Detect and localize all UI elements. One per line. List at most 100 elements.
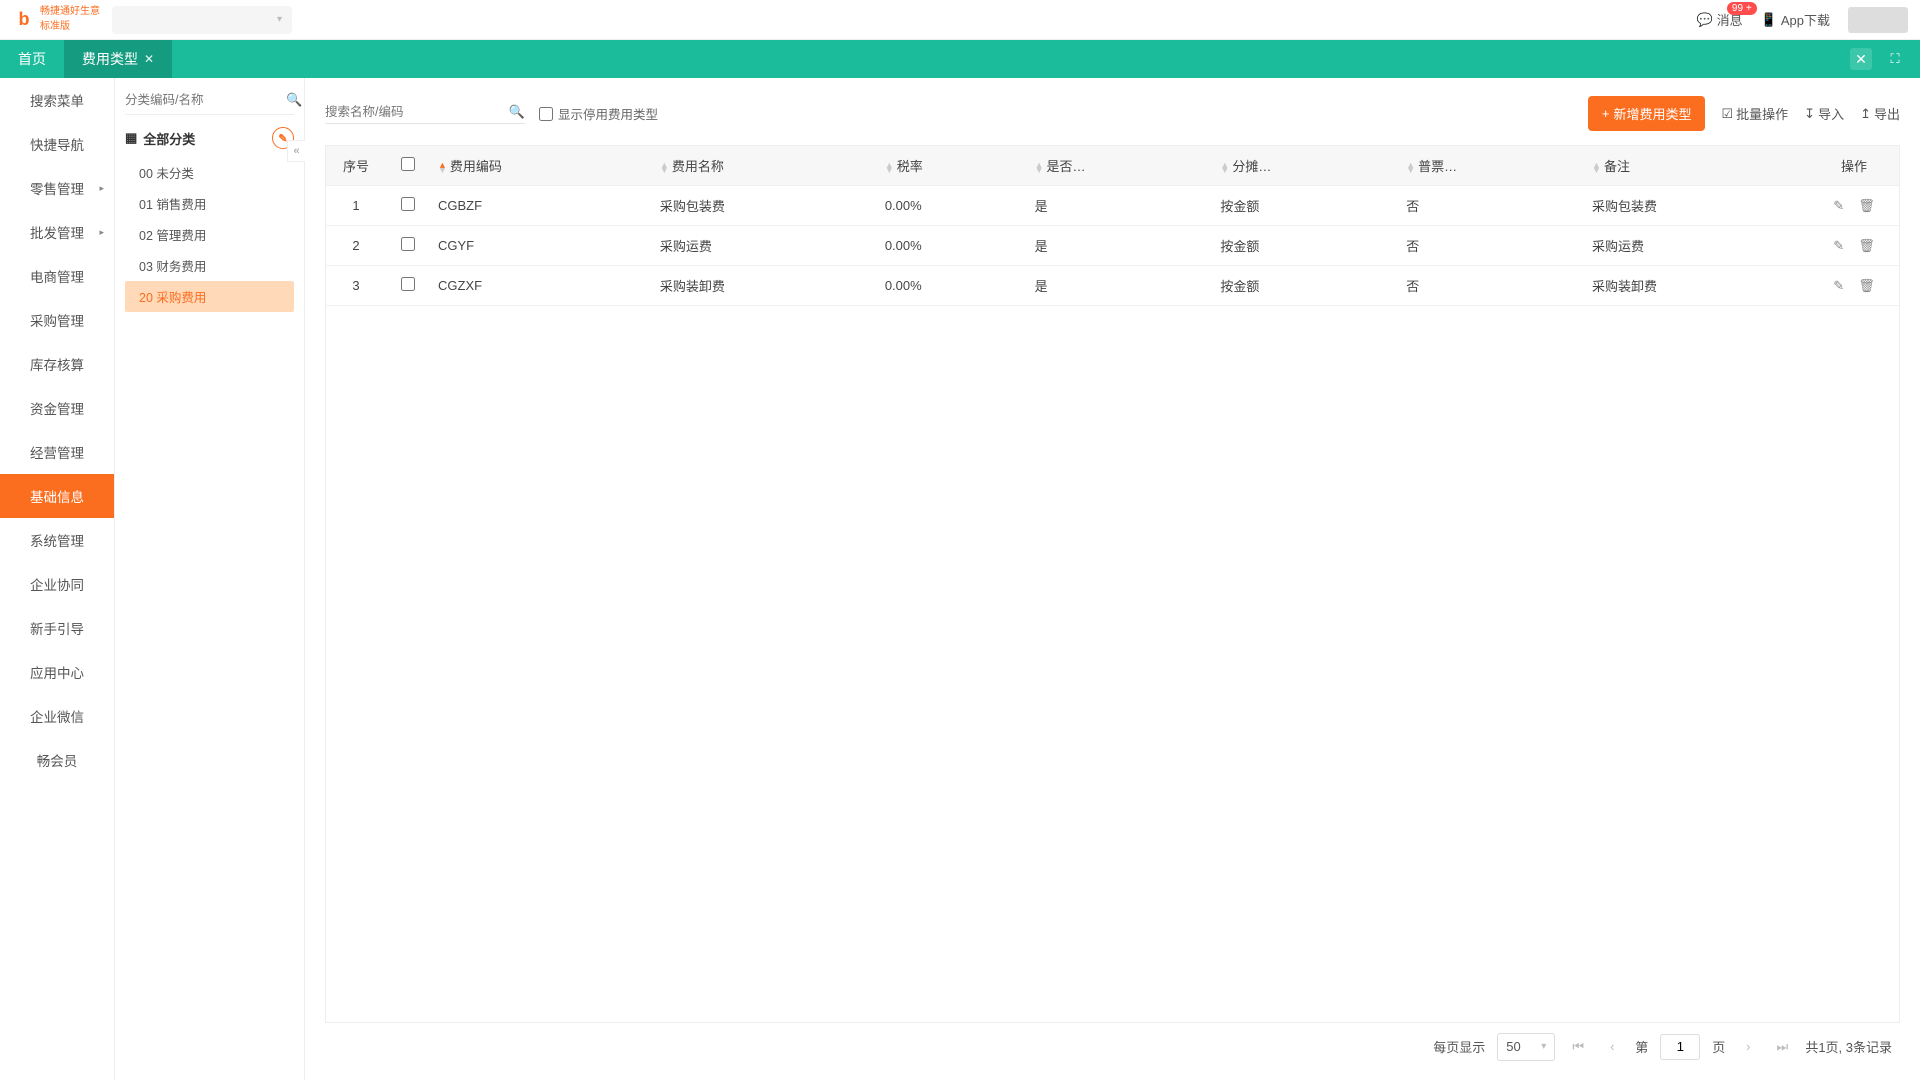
sidebar-item[interactable]: 快捷导航 — [0, 122, 114, 166]
category-search-input[interactable] — [125, 93, 286, 107]
brand-name: 畅捷通好生意 — [40, 7, 100, 17]
cell-code: CGZXF — [430, 266, 652, 306]
row-index: 2 — [326, 226, 386, 266]
table-search-input[interactable] — [325, 105, 509, 119]
sidebar-item[interactable]: 搜索菜单 — [0, 78, 114, 122]
sidebar-item[interactable]: 新手引导 — [0, 606, 114, 650]
search-icon[interactable]: 🔍 — [509, 104, 525, 120]
sidebar-item[interactable]: 企业微信 — [0, 694, 114, 738]
first-page-icon[interactable]: ⏮ — [1567, 1036, 1589, 1058]
sidebar-item[interactable]: 畅会员 — [0, 738, 114, 782]
category-search: 🔍 — [125, 92, 294, 115]
cell-rate: 0.00% — [877, 266, 1027, 306]
sidebar-item[interactable]: 应用中心 — [0, 650, 114, 694]
column-header[interactable]: ▲▼税率 — [877, 146, 1027, 186]
delete-row-icon[interactable]: 🗑 — [1858, 198, 1875, 214]
search-icon[interactable]: 🔍 — [286, 92, 302, 108]
row-checkbox[interactable] — [401, 277, 415, 291]
sort-icon: ▲▼ — [438, 163, 447, 173]
edit-row-icon[interactable]: ✎ — [1833, 238, 1844, 254]
tab-home[interactable]: 首页 — [0, 40, 64, 78]
row-checkbox[interactable] — [401, 237, 415, 251]
sort-icon: ▲▼ — [1406, 163, 1415, 173]
row-checkbox[interactable] — [401, 197, 415, 211]
close-all-tabs-icon[interactable]: ✕ — [1850, 48, 1872, 70]
app-download-button[interactable]: 📱 App下载 — [1761, 10, 1830, 29]
cell-yn: 是 — [1027, 226, 1213, 266]
column-header[interactable]: ▲▼费用名称 — [652, 146, 877, 186]
show-disabled-checkbox[interactable]: 显示停用费用类型 — [539, 104, 658, 123]
add-expense-type-button[interactable]: + 新增费用类型 — [1588, 96, 1706, 131]
batch-label: 批量操作 — [1736, 104, 1788, 123]
edit-row-icon[interactable]: ✎ — [1833, 198, 1844, 214]
cell-yn: 是 — [1027, 266, 1213, 306]
sidebar-item[interactable]: 库存核算 — [0, 342, 114, 386]
company-selector[interactable]: ▾ — [112, 6, 292, 34]
per-page-select[interactable]: 50 ▾ — [1497, 1033, 1555, 1061]
table-row: 3CGZXF采购装卸费0.00%是按金额否采购装卸费✎🗑 — [326, 266, 1899, 306]
delete-row-icon[interactable]: 🗑 — [1858, 238, 1875, 254]
sort-icon: ▲▼ — [660, 163, 669, 173]
messages-button[interactable]: 💬 消息 99 + — [1696, 10, 1742, 29]
fullscreen-icon[interactable]: ⛶ — [1884, 48, 1906, 70]
chat-icon: 💬 — [1696, 12, 1712, 28]
column-header[interactable]: ▲▼分摊… — [1212, 146, 1398, 186]
category-item[interactable]: 00 未分类 — [125, 157, 294, 188]
import-button[interactable]: ↧ 导入 — [1804, 104, 1844, 123]
column-header[interactable]: ▲▼费用编码 — [430, 146, 652, 186]
toolbar: 🔍 显示停用费用类型 + 新增费用类型 ☑ 批量操作 — [325, 96, 1900, 131]
cell-alloc: 按金额 — [1212, 226, 1398, 266]
per-page-label: 每页显示 — [1433, 1037, 1485, 1056]
column-header[interactable]: 序号 — [326, 146, 386, 186]
cell-code: CGBZF — [430, 186, 652, 226]
category-item[interactable]: 02 管理费用 — [125, 219, 294, 250]
export-label: 导出 — [1874, 104, 1900, 123]
sidebar-item[interactable]: 零售管理▸ — [0, 166, 114, 210]
show-disabled-input[interactable] — [539, 107, 553, 121]
brand-logo: b 畅捷通好生意 标准版 — [12, 7, 100, 32]
sidebar-item[interactable]: 系统管理 — [0, 518, 114, 562]
select-all-checkbox[interactable] — [401, 157, 415, 171]
cell-rate: 0.00% — [877, 226, 1027, 266]
sidebar-item[interactable]: 资金管理 — [0, 386, 114, 430]
column-header[interactable]: 操作 — [1809, 146, 1899, 186]
cell-piao: 否 — [1398, 266, 1584, 306]
column-header[interactable] — [386, 146, 430, 186]
category-tree-panel: 🔍 « ▦ 全部分类 ✎ 00 未分类01 销售费用02 管理费用03 财务费用… — [115, 78, 305, 1080]
sidebar-item[interactable]: 基础信息 — [0, 474, 114, 518]
tree-head[interactable]: ▦ 全部分类 ✎ — [125, 127, 294, 149]
sidebar-item[interactable]: 采购管理 — [0, 298, 114, 342]
sidebar-item[interactable]: 批发管理▸ — [0, 210, 114, 254]
tab-expense-type[interactable]: 费用类型 ✕ — [64, 40, 172, 78]
delete-row-icon[interactable]: 🗑 — [1858, 278, 1875, 294]
column-header[interactable]: ▲▼备注 — [1584, 146, 1809, 186]
category-item[interactable]: 03 财务费用 — [125, 250, 294, 281]
sidebar-item[interactable]: 电商管理 — [0, 254, 114, 298]
import-icon: ↧ — [1804, 106, 1815, 122]
sidebar-item[interactable]: 经营管理 — [0, 430, 114, 474]
user-avatar[interactable] — [1848, 7, 1908, 33]
category-item[interactable]: 20 采购费用 — [125, 281, 294, 312]
edit-icon: ☑ — [1721, 106, 1733, 122]
last-page-icon[interactable]: ⏭ — [1771, 1036, 1793, 1058]
export-button[interactable]: ↥ 导出 — [1860, 104, 1900, 123]
edit-row-icon[interactable]: ✎ — [1833, 278, 1844, 294]
prev-page-icon[interactable]: ‹ — [1601, 1036, 1623, 1058]
chevron-down-icon: ▾ — [277, 14, 282, 25]
sidebar-item[interactable]: 企业协同 — [0, 562, 114, 606]
table-wrapper: 序号▲▼费用编码▲▼费用名称▲▼税率▲▼是否…▲▼分摊…▲▼普票…▲▼备注操作 … — [325, 145, 1900, 1022]
column-header[interactable]: ▲▼普票… — [1398, 146, 1584, 186]
tab-home-label: 首页 — [18, 49, 46, 69]
collapse-tree-icon[interactable]: « — [287, 140, 305, 162]
tab-strip: 首页 费用类型 ✕ ✕ ⛶ — [0, 40, 1920, 78]
next-page-icon[interactable]: › — [1737, 1036, 1759, 1058]
grid-icon: ▦ — [125, 130, 137, 146]
batch-ops-button[interactable]: ☑ 批量操作 — [1721, 104, 1788, 123]
page-input[interactable] — [1660, 1034, 1700, 1060]
cell-name: 采购装卸费 — [652, 266, 877, 306]
cell-name: 采购包装费 — [652, 186, 877, 226]
column-header[interactable]: ▲▼是否… — [1027, 146, 1213, 186]
category-item[interactable]: 01 销售费用 — [125, 188, 294, 219]
close-icon[interactable]: ✕ — [144, 52, 154, 66]
cell-remark: 采购装卸费 — [1584, 266, 1809, 306]
